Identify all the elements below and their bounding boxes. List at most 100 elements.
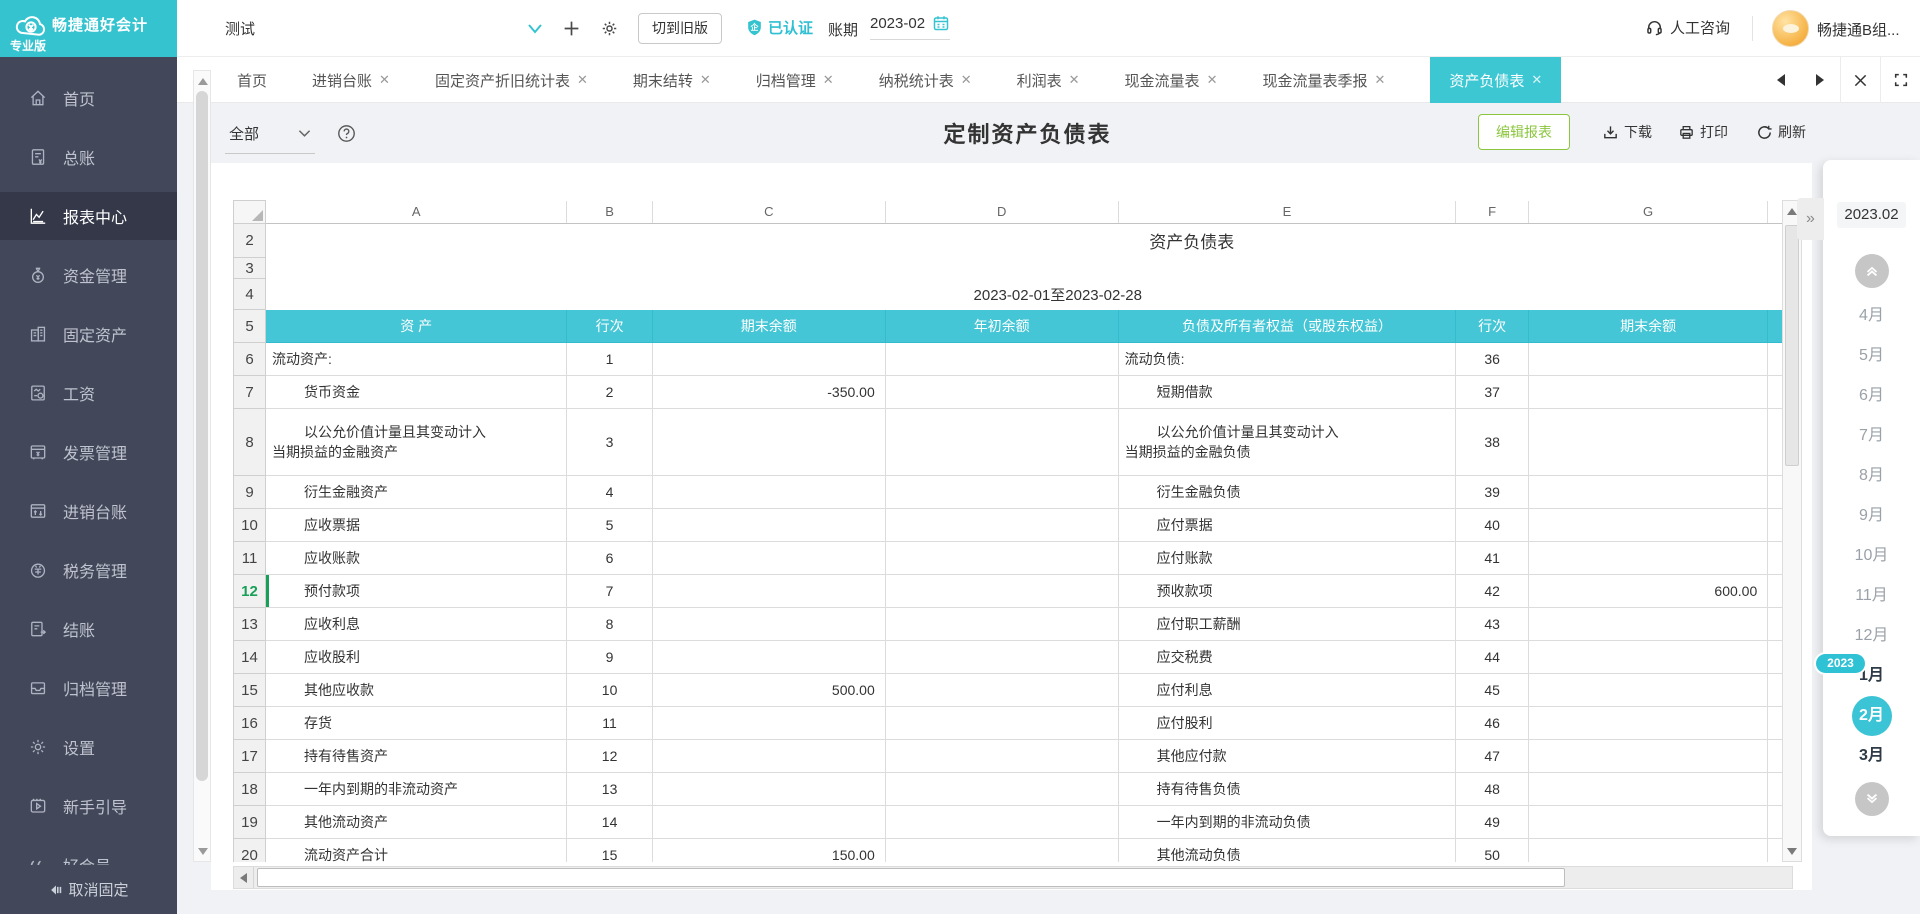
- panel-collapse-icon[interactable]: »: [1797, 198, 1824, 240]
- month-item-6月[interactable]: 6月: [1823, 376, 1920, 416]
- cell-A11[interactable]: 应收账款: [265, 541, 568, 575]
- cell-D9[interactable]: [885, 475, 1119, 509]
- username[interactable]: 畅捷通B组...: [1817, 19, 1913, 40]
- company-chevron-down-icon[interactable]: [527, 23, 543, 35]
- month-item-2月-selected[interactable]: 2月: [1851, 696, 1892, 736]
- tab-1[interactable]: 首页: [237, 57, 267, 103]
- cell-F14[interactable]: 44: [1455, 640, 1529, 674]
- month-item-4月[interactable]: 4月: [1823, 296, 1920, 336]
- column-header-F[interactable]: F: [1455, 200, 1529, 224]
- row-header-19[interactable]: 19: [233, 805, 267, 839]
- cell-H19[interactable]: [1767, 805, 1782, 839]
- certified-badge[interactable]: 企 已认证: [745, 17, 813, 38]
- cell-D11[interactable]: [885, 541, 1119, 575]
- cell-C13[interactable]: [652, 607, 886, 641]
- tab-close-icon[interactable]: ✕: [1374, 72, 1385, 88]
- tab-close-icon[interactable]: ✕: [577, 72, 588, 88]
- cell-F18[interactable]: 48: [1455, 772, 1529, 806]
- cell-H12[interactable]: [1767, 574, 1782, 608]
- company-name[interactable]: 测试: [225, 18, 255, 39]
- sidebar-item-13[interactable]: 新手引导: [0, 782, 177, 830]
- cell-A14[interactable]: 应收股利: [265, 640, 568, 674]
- cell-C17[interactable]: [652, 739, 886, 773]
- cell-B16[interactable]: 11: [566, 706, 653, 740]
- cell-C9[interactable]: [652, 475, 886, 509]
- month-item-10月[interactable]: 10月: [1823, 536, 1920, 576]
- table-header-cell-7[interactable]: 期末余额: [1528, 309, 1769, 343]
- month-item-3月[interactable]: 3月: [1823, 736, 1920, 776]
- cell-H15[interactable]: [1767, 673, 1782, 707]
- cell-E20[interactable]: 其他流动负债: [1118, 838, 1457, 862]
- sidebar-scroll-down-button[interactable]: [194, 842, 212, 860]
- cell-A13[interactable]: 应收利息: [265, 607, 568, 641]
- cell-B13[interactable]: 8: [566, 607, 653, 641]
- refresh-button[interactable]: 刷新: [1756, 122, 1806, 142]
- switch-old-version-button[interactable]: 切到旧版: [638, 13, 722, 44]
- tab-close-icon[interactable]: ✕: [700, 72, 711, 88]
- sidebar-item-8[interactable]: 进销台账: [0, 487, 177, 535]
- unpin-button[interactable]: 取消固定: [0, 865, 177, 914]
- cell-D14[interactable]: [885, 640, 1119, 674]
- cell-G14[interactable]: [1528, 640, 1769, 674]
- cell-F7[interactable]: 37: [1455, 375, 1529, 409]
- row-header-4[interactable]: 4: [233, 278, 267, 310]
- tab-close-icon[interactable]: ✕: [961, 72, 972, 88]
- column-header-B[interactable]: B: [566, 200, 653, 224]
- grid-scroll-left-button[interactable]: [234, 867, 254, 888]
- row-header-9[interactable]: 9: [233, 475, 267, 509]
- tab-close-icon[interactable]: ✕: [379, 72, 390, 88]
- cell-F19[interactable]: 49: [1455, 805, 1529, 839]
- cell-H7[interactable]: [1767, 375, 1782, 409]
- row-header-11[interactable]: 11: [233, 541, 267, 575]
- select-all-corner-cell[interactable]: [233, 200, 267, 224]
- row-header-8[interactable]: 8: [233, 408, 267, 476]
- cell-B8[interactable]: 3: [566, 408, 653, 476]
- tab-9[interactable]: 现金流量表季报 ✕: [1262, 57, 1385, 103]
- cell-F9[interactable]: 39: [1455, 475, 1529, 509]
- cell-H17[interactable]: [1767, 739, 1782, 773]
- cell-G7[interactable]: [1528, 375, 1769, 409]
- cell-E6[interactable]: 流动负债:: [1118, 342, 1457, 376]
- cell-A7[interactable]: 货币资金: [265, 375, 568, 409]
- month-item-5月[interactable]: 5月: [1823, 336, 1920, 376]
- grid-vertical-scrollbar[interactable]: [1782, 200, 1802, 862]
- download-button[interactable]: 下载: [1602, 122, 1652, 142]
- cell-F15[interactable]: 45: [1455, 673, 1529, 707]
- cell-H16[interactable]: [1767, 706, 1782, 740]
- cell-B20[interactable]: 15: [566, 838, 653, 862]
- sidebar-scrollbar-thumb[interactable]: [196, 91, 208, 781]
- cell-B18[interactable]: 13: [566, 772, 653, 806]
- cell-D10[interactable]: [885, 508, 1119, 542]
- row-header-3[interactable]: 3: [233, 257, 267, 279]
- cell-B11[interactable]: 6: [566, 541, 653, 575]
- cell-C14[interactable]: [652, 640, 886, 674]
- cell-B7[interactable]: 2: [566, 375, 653, 409]
- cell-F16[interactable]: 46: [1455, 706, 1529, 740]
- cell-F12[interactable]: 42: [1455, 574, 1529, 608]
- period-field[interactable]: 2023-02: [870, 14, 951, 40]
- column-header-D[interactable]: D: [885, 200, 1119, 224]
- tab-4[interactable]: 期末结转 ✕: [633, 57, 711, 103]
- tab-7[interactable]: 利润表 ✕: [1017, 57, 1080, 103]
- column-header-H[interactable]: H: [1767, 200, 1782, 224]
- cell-D8[interactable]: [885, 408, 1119, 476]
- cell-D16[interactable]: [885, 706, 1119, 740]
- cell-F11[interactable]: 41: [1455, 541, 1529, 575]
- cell-C10[interactable]: [652, 508, 886, 542]
- cell-E11[interactable]: 应付账款: [1118, 541, 1457, 575]
- cell-C7[interactable]: -350.00: [652, 375, 886, 409]
- row-header-10[interactable]: 10: [233, 508, 267, 542]
- cell-H10[interactable]: [1767, 508, 1782, 542]
- cell-D6[interactable]: [885, 342, 1119, 376]
- cell-B17[interactable]: 12: [566, 739, 653, 773]
- cell-G6[interactable]: [1528, 342, 1769, 376]
- cell-G15[interactable]: [1528, 673, 1769, 707]
- cell-G18[interactable]: [1528, 772, 1769, 806]
- cell-G11[interactable]: [1528, 541, 1769, 575]
- cell-A8[interactable]: 以公允价值计量且其变动计入 当期损益的金融资产: [265, 408, 568, 476]
- sidebar-item-6[interactable]: 工资: [0, 369, 177, 417]
- cell-A12[interactable]: 预付款项: [265, 574, 568, 608]
- table-header-cell-3[interactable]: 期末余额: [652, 309, 886, 343]
- cell-D13[interactable]: [885, 607, 1119, 641]
- month-item-11月[interactable]: 11月: [1823, 576, 1920, 616]
